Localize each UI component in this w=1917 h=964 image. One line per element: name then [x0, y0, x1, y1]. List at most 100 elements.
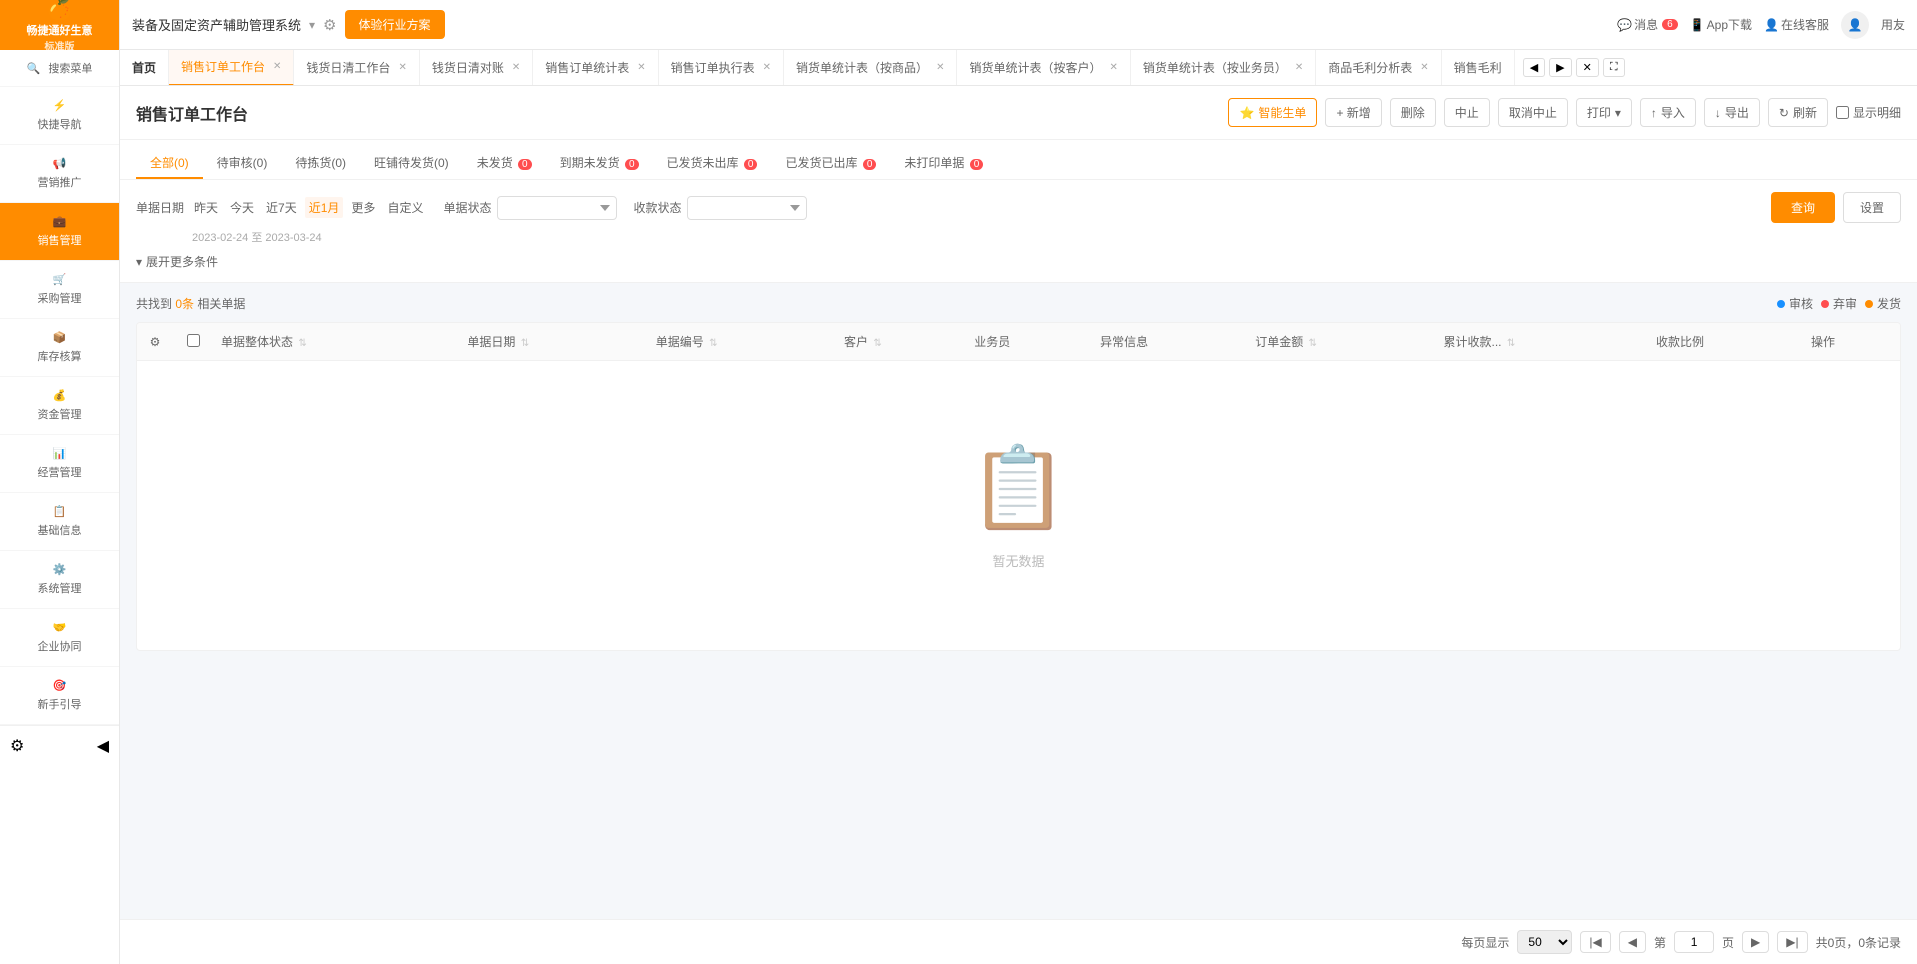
sidebar-item-guide[interactable]: 🎯 新手引导 — [0, 667, 119, 725]
date-1month[interactable]: 近1月 — [305, 197, 344, 218]
industry-solution-button[interactable]: 体验行业方案 — [345, 10, 445, 39]
print-button[interactable]: 打印 ▾ — [1576, 98, 1632, 127]
sidebar-item-base[interactable]: 📋 基础信息 — [0, 493, 119, 551]
tab-close-icon-3[interactable]: ✕ — [512, 62, 520, 73]
tab-sales-profit[interactable]: 销售毛利 — [1442, 50, 1515, 86]
tab-cash-reconcile[interactable]: 钱货日清对账 ✕ — [420, 50, 533, 86]
date-custom[interactable]: 自定义 — [383, 197, 427, 218]
sidebar-item-finance[interactable]: 💰 资金管理 — [0, 377, 119, 435]
sidebar-item-cooperation[interactable]: 🤝 企业协同 — [0, 609, 119, 667]
refresh-button[interactable]: ↻ 刷新 — [1768, 98, 1828, 127]
sidebar-item-quick-nav[interactable]: ⚡ 快捷导航 — [0, 87, 119, 145]
sub-tab-not-shipped[interactable]: 未发货 0 — [463, 148, 546, 179]
last-page-button[interactable]: ▶| — [1777, 931, 1807, 953]
cancel-review-action[interactable]: 弃审 — [1821, 295, 1857, 312]
expand-button[interactable]: ▾ 展开更多条件 — [136, 253, 1901, 270]
sidebar-item-system[interactable]: ⚙️ 系统管理 — [0, 551, 119, 609]
date-today[interactable]: 今天 — [226, 197, 258, 218]
delete-button[interactable]: 删除 — [1390, 98, 1436, 127]
tab-close-icon-7[interactable]: ✕ — [1109, 62, 1117, 73]
per-page-select[interactable]: 50 10 20 100 — [1517, 930, 1572, 954]
tab-sales-stat[interactable]: 销售订单统计表 ✕ — [533, 50, 658, 86]
th-settings[interactable]: ⚙ — [137, 323, 173, 361]
sidebar-item-sales[interactable]: 💼 销售管理 — [0, 203, 119, 261]
tab-sales-exec[interactable]: 销售订单执行表 ✕ — [659, 50, 784, 86]
sidebar-item-operations[interactable]: 📊 经营管理 — [0, 435, 119, 493]
tabs-fullscreen-button[interactable]: ⛶ — [1603, 58, 1625, 77]
tab-close-icon-2[interactable]: ✕ — [398, 62, 406, 73]
online-service-button[interactable]: 👤 在线客服 — [1764, 16, 1829, 33]
app-download-button[interactable]: 📱 App下载 — [1690, 16, 1752, 33]
user-avatar[interactable]: 👤 — [1841, 11, 1869, 39]
tabs-next-button[interactable]: ▶ — [1549, 58, 1571, 77]
tab-close-icon[interactable]: ✕ — [273, 61, 281, 72]
sidebar-item-marketing[interactable]: 📢 营销推广 — [0, 145, 119, 203]
th-action: 操作 — [1803, 323, 1900, 361]
tab-cash-clearing[interactable]: 钱货日清工作台 ✕ — [294, 50, 419, 86]
sort-icon-status[interactable]: ⇅ — [298, 338, 306, 349]
export-button[interactable]: ↓ 导出 — [1704, 98, 1760, 127]
tab-close-icon-8[interactable]: ✕ — [1295, 62, 1303, 73]
suspend-button[interactable]: 中止 — [1444, 98, 1490, 127]
date-more[interactable]: 更多 — [347, 197, 379, 218]
import-button[interactable]: ↑ 导入 — [1640, 98, 1696, 127]
tab-home[interactable]: 首页 — [120, 50, 169, 86]
add-button[interactable]: + 新增 — [1325, 98, 1381, 127]
sidebar-item-purchase[interactable]: 🛒 采购管理 — [0, 261, 119, 319]
sort-icon-collected[interactable]: ⇅ — [1507, 338, 1515, 349]
date-7days[interactable]: 近7天 — [262, 197, 301, 218]
sort-icon-number[interactable]: ⇅ — [709, 338, 717, 349]
cancel-suspend-button[interactable]: 取消中止 — [1498, 98, 1568, 127]
collection-select[interactable] — [687, 196, 807, 220]
sub-tab-wangpu[interactable]: 旺铺待发货(0) — [360, 148, 463, 179]
set-button[interactable]: 设置 — [1843, 192, 1901, 223]
sort-icon-amount[interactable]: ⇅ — [1309, 338, 1317, 349]
review-action[interactable]: 审核 — [1777, 295, 1813, 312]
settings-gear-icon[interactable]: ⚙ — [323, 16, 336, 34]
inventory-label: 库存核算 — [38, 348, 82, 364]
sub-tab-pending-review[interactable]: 待审核(0) — [203, 148, 282, 179]
sub-tab-all[interactable]: 全部(0) — [136, 148, 203, 179]
sidebar-search-label: 搜索菜单 — [48, 60, 92, 76]
query-button[interactable]: 查询 — [1771, 192, 1835, 223]
tab-sales-stat-staff[interactable]: 销货单统计表（按业务员） ✕ — [1131, 50, 1316, 86]
tab-close-icon-5[interactable]: ✕ — [763, 62, 771, 73]
show-detail-checkbox[interactable] — [1836, 106, 1849, 119]
chevron-down-icon[interactable]: ▾ — [309, 18, 315, 32]
tab-margin-analysis[interactable]: 商品毛利分析表 ✕ — [1316, 50, 1441, 86]
ship-action[interactable]: 发货 — [1865, 295, 1901, 312]
sidebar-item-inventory[interactable]: 📦 库存核算 — [0, 319, 119, 377]
tabs-close-all-button[interactable]: ✕ — [1576, 58, 1599, 77]
shipped-warehoused-badge: 0 — [863, 159, 877, 170]
tab-close-icon-4[interactable]: ✕ — [637, 62, 645, 73]
date-yesterday[interactable]: 昨天 — [190, 197, 222, 218]
tab-close-icon-9[interactable]: ✕ — [1420, 62, 1428, 73]
smart-create-button[interactable]: ⭐ 智能生单 — [1228, 98, 1317, 127]
sidebar-item-search[interactable]: 🔍 搜索菜单 — [0, 50, 119, 87]
sub-tab-expired[interactable]: 到期未发货 0 — [546, 148, 653, 179]
sub-tab-pending-inspect[interactable]: 待拣货(0) — [281, 148, 360, 179]
prev-page-button[interactable]: ◀ — [1619, 931, 1646, 953]
tabs-overflow: ◀ ▶ ✕ ⛶ — [1515, 58, 1633, 77]
sort-icon-date[interactable]: ⇅ — [521, 338, 529, 349]
tab-sales-stat-customer[interactable]: 销货单统计表（按客户） ✕ — [957, 50, 1130, 86]
content-area: 销售订单工作台 ⭐ 智能生单 + 新增 删除 中止 取消中止 打印 ▾ ↑ 导入 — [120, 86, 1917, 964]
sort-icon-customer[interactable]: ⇅ — [873, 338, 881, 349]
tab-close-icon-6[interactable]: ✕ — [936, 62, 944, 73]
next-page-button[interactable]: ▶ — [1742, 931, 1769, 953]
sub-tab-not-printed[interactable]: 未打印单据 0 — [890, 148, 997, 179]
message-button[interactable]: 💬 消息 6 — [1617, 16, 1678, 33]
status-select[interactable] — [497, 196, 617, 220]
settings-icon[interactable]: ⚙ — [10, 736, 24, 756]
tab-sales-workbench[interactable]: 销售订单工作台 ✕ — [169, 50, 294, 86]
tabs-prev-button[interactable]: ◀ — [1523, 58, 1545, 77]
page-number-input[interactable] — [1674, 931, 1714, 953]
sub-tab-shipped-not-warehouse[interactable]: 已发货未出库 0 — [653, 148, 772, 179]
tab-sales-stat-product[interactable]: 销货单统计表（按商品） ✕ — [784, 50, 957, 86]
select-all-checkbox[interactable] — [187, 334, 200, 347]
first-page-button[interactable]: |◀ — [1580, 931, 1610, 953]
th-status-label: 单据整体状态 — [221, 335, 293, 349]
collapse-icon[interactable]: ◀ — [97, 736, 109, 756]
sub-tab-shipped-warehoused[interactable]: 已发货已出库 0 — [771, 148, 890, 179]
sidebar-bottom: ⚙ ◀ — [0, 725, 119, 766]
